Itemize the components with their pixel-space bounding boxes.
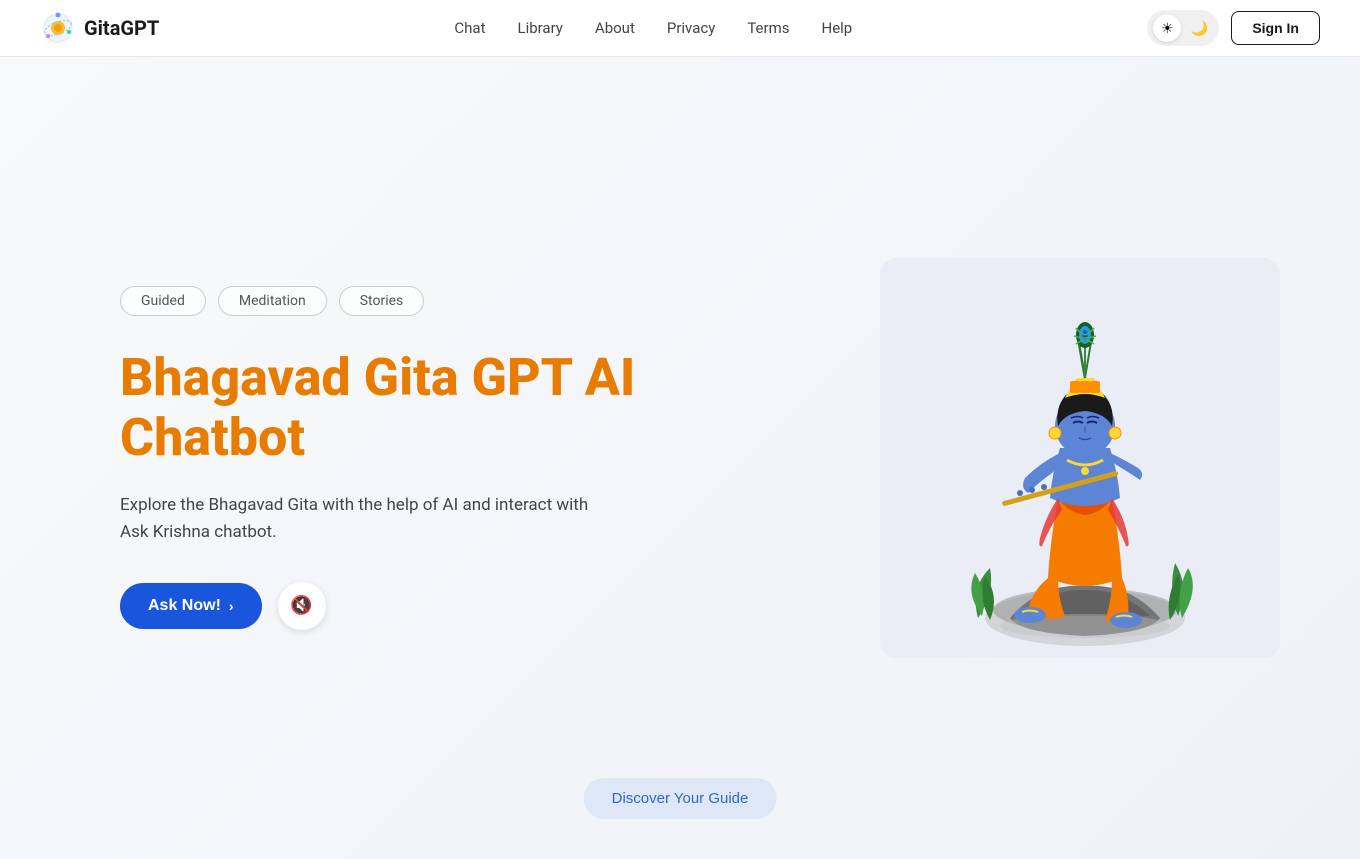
- logo-link[interactable]: GitaGPT: [40, 10, 159, 46]
- navbar-right: ☀ 🌙 Sign In: [1147, 10, 1320, 46]
- hero-content: Guided Meditation Stories Bhagavad Gita …: [120, 286, 720, 630]
- sun-icon: ☀: [1161, 20, 1174, 37]
- nav-terms[interactable]: Terms: [747, 19, 789, 37]
- moon-icon: 🌙: [1191, 20, 1208, 37]
- pill-guided[interactable]: Guided: [120, 286, 206, 316]
- mute-icon: 🔇: [290, 595, 312, 616]
- ask-now-label: Ask Now!: [148, 597, 221, 615]
- app-name: GitaGPT: [84, 16, 159, 40]
- arrow-right-icon: ›: [229, 598, 234, 614]
- mute-button[interactable]: 🔇: [278, 582, 326, 630]
- signin-button[interactable]: Sign In: [1231, 11, 1320, 45]
- main-nav: Chat Library About Privacy Terms Help: [454, 19, 852, 37]
- navbar: GitaGPT Chat Library About Privacy Terms…: [0, 0, 1360, 57]
- light-mode-button[interactable]: ☀: [1153, 14, 1181, 42]
- hero-section: Guided Meditation Stories Bhagavad Gita …: [0, 57, 1360, 859]
- nav-about[interactable]: About: [595, 19, 635, 37]
- theme-toggle[interactable]: ☀ 🌙: [1147, 10, 1219, 46]
- pill-stories[interactable]: Stories: [339, 286, 425, 316]
- nav-chat[interactable]: Chat: [454, 19, 485, 37]
- nav-privacy[interactable]: Privacy: [667, 19, 715, 37]
- nav-library[interactable]: Library: [517, 19, 562, 37]
- logo-icon: [40, 10, 76, 46]
- hero-title: Bhagavad Gita GPT AI Chatbot: [120, 348, 720, 468]
- krishna-illustration: [880, 258, 1280, 658]
- pill-meditation[interactable]: Meditation: [218, 286, 327, 316]
- discover-guide-button[interactable]: Discover Your Guide: [584, 778, 777, 819]
- hero-image: [880, 258, 1280, 658]
- ask-now-button[interactable]: Ask Now! ›: [120, 583, 262, 629]
- hero-subtitle: Explore the Bhagavad Gita with the help …: [120, 492, 600, 546]
- nav-help[interactable]: Help: [822, 19, 853, 37]
- hero-pills: Guided Meditation Stories: [120, 286, 720, 316]
- krishna-svg: [910, 278, 1250, 648]
- hero-actions: Ask Now! › 🔇: [120, 582, 720, 630]
- dark-mode-button[interactable]: 🌙: [1185, 14, 1213, 42]
